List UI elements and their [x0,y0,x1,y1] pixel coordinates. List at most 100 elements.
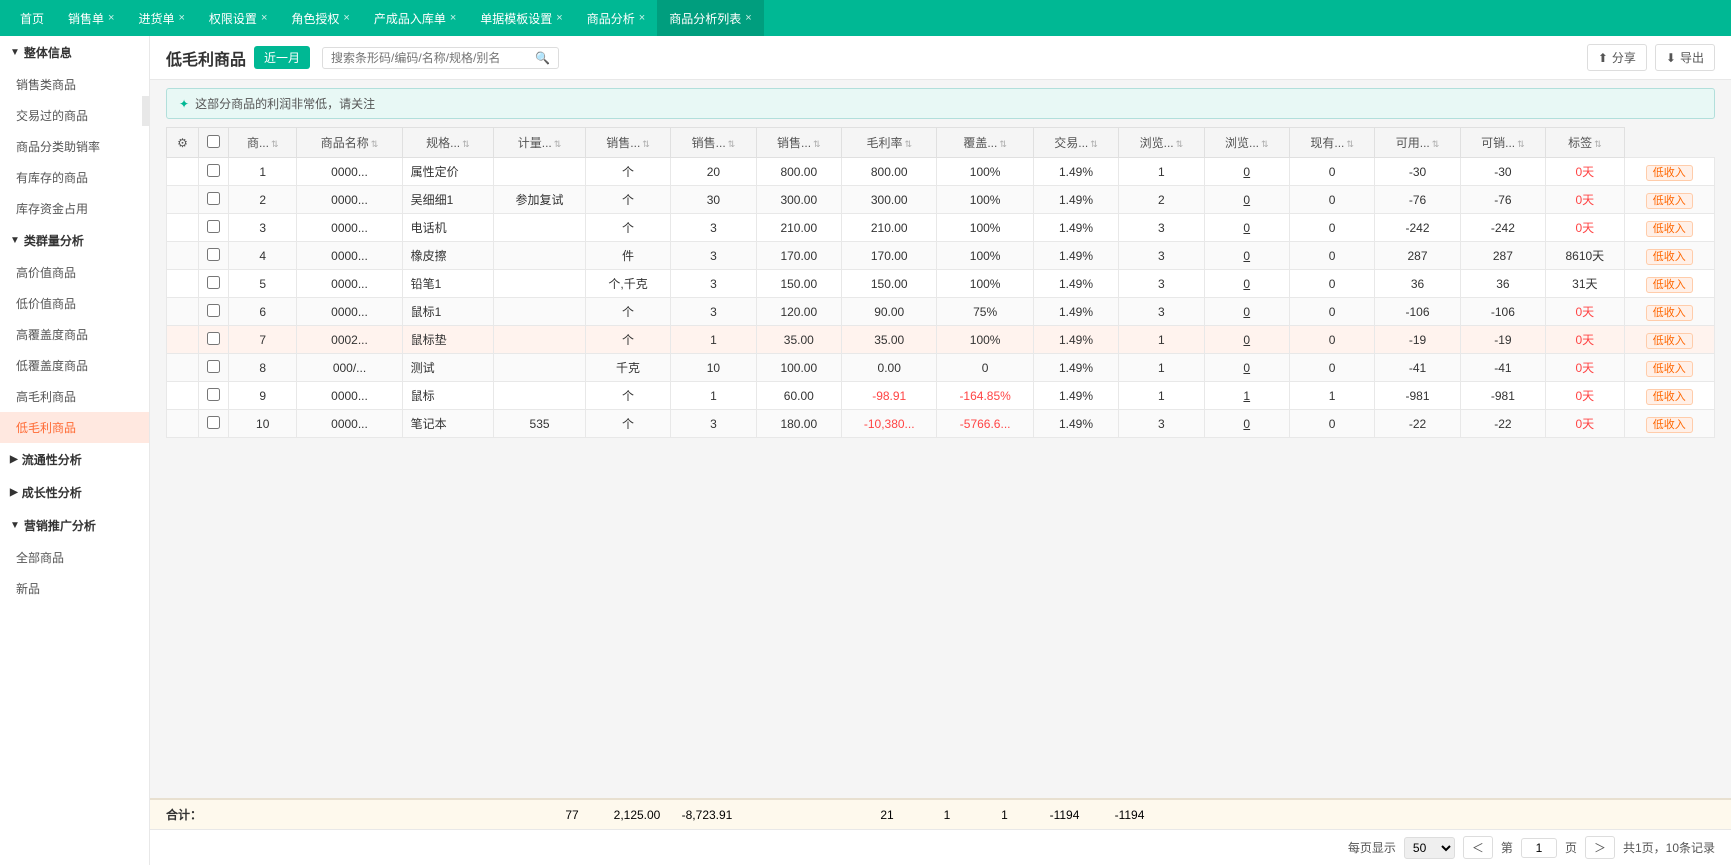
row-select-checkbox[interactable] [207,416,220,429]
col-checkbox[interactable] [199,128,229,158]
nav-product-entry[interactable]: 产成品入库单 × [362,0,468,36]
sidebar-group-cluster[interactable]: ▼ 类群量分析 [0,224,149,257]
row-select-checkbox[interactable] [207,304,220,317]
export-button[interactable]: ⬇ 导出 [1655,44,1715,71]
row-checkbox[interactable] [199,298,229,326]
row-select-checkbox[interactable] [207,220,220,233]
next-page-button[interactable]: ＞ [1585,836,1615,859]
date-filter-button[interactable]: 近一月 [254,46,310,69]
row-available: -76 [1460,186,1545,214]
row-browse1[interactable]: 0 [1204,270,1289,298]
row-browse1[interactable]: 0 [1204,158,1289,186]
nav-product-analysis[interactable]: 商品分析 × [575,0,657,36]
sidebar-item-stocked-products[interactable]: 有库存的商品 [0,162,149,193]
sidebar-item-high-coverage[interactable]: 高覆盖度商品 [0,319,149,350]
row-checkbox[interactable] [199,382,229,410]
browse1-link[interactable]: 0 [1243,193,1250,207]
sidebar-collapse-button[interactable]: 《 [142,96,150,126]
row-browse1[interactable]: 0 [1204,242,1289,270]
close-icon[interactable]: × [108,12,114,24]
row-checkbox[interactable] [199,270,229,298]
row-select-checkbox[interactable] [207,360,220,373]
close-icon[interactable]: × [261,12,267,24]
row-checkbox[interactable] [199,214,229,242]
row-browse1[interactable]: 1 [1204,382,1289,410]
share-button[interactable]: ⬆ 分享 [1587,44,1647,71]
row-select-checkbox[interactable] [207,192,220,205]
browse1-link[interactable]: 0 [1243,417,1250,431]
nav-sales[interactable]: 销售单 × [56,0,126,36]
browse1-link[interactable]: 1 [1243,389,1250,403]
close-icon[interactable]: × [745,12,751,24]
row-checkbox[interactable] [199,410,229,438]
row-checkbox[interactable] [199,158,229,186]
row-select-checkbox[interactable] [207,248,220,261]
row-select-checkbox[interactable] [207,388,220,401]
row-available: -30 [1460,158,1545,186]
nav-purchase[interactable]: 进货单 × [126,0,196,36]
sidebar-item-high-margin[interactable]: 高毛利商品 [0,381,149,412]
nav-permissions[interactable]: 权限设置 × [197,0,279,36]
sidebar-group-circulation[interactable]: ▶ 流通性分析 [0,443,149,476]
sidebar-item-low-value[interactable]: 低价值商品 [0,288,149,319]
row-code: 0000... [297,298,402,326]
sidebar-group-marketing[interactable]: ▼ 营销推广分析 [0,509,149,542]
row-select-checkbox[interactable] [207,332,220,345]
search-icon[interactable]: 🔍 [535,51,550,65]
browse1-link[interactable]: 0 [1243,305,1250,319]
prev-page-button[interactable]: ＜ [1463,836,1493,859]
row-checkbox[interactable] [199,326,229,354]
search-input[interactable] [331,51,531,65]
row-checkbox[interactable] [199,186,229,214]
sidebar-item-stock-capital[interactable]: 库存资金占用 [0,193,149,224]
close-icon[interactable]: × [178,12,184,24]
browse1-link[interactable]: 0 [1243,277,1250,291]
nav-template-settings[interactable]: 单据模板设置 × [468,0,574,36]
row-select-checkbox[interactable] [207,164,220,177]
row-settings [167,214,199,242]
row-select-checkbox[interactable] [207,276,220,289]
browse1-link[interactable]: 0 [1243,249,1250,263]
browse1-link[interactable]: 0 [1243,165,1250,179]
row-browse1[interactable]: 0 [1204,410,1289,438]
close-icon[interactable]: × [450,12,456,24]
row-browse1[interactable]: 0 [1204,186,1289,214]
row-no: 1 [229,158,297,186]
row-spec [494,158,586,186]
sidebar-group-overall[interactable]: ▼ 整体信息 [0,36,149,69]
sidebar-item-sales-products[interactable]: 销售类商品 [0,69,149,100]
row-available: 287 [1460,242,1545,270]
browse1-link[interactable]: 0 [1243,221,1250,235]
col-settings[interactable]: ⚙ [167,128,199,158]
sidebar-item-high-value[interactable]: 高价值商品 [0,257,149,288]
close-icon[interactable]: × [343,12,349,24]
row-browse1[interactable]: 0 [1204,214,1289,242]
row-checkbox[interactable] [199,242,229,270]
row-browse1[interactable]: 0 [1204,354,1289,382]
header-actions: ⬆ 分享 ⬇ 导出 [1587,44,1715,71]
per-page-select[interactable]: 50 100 200 [1404,837,1455,859]
sidebar-item-all-products[interactable]: 全部商品 [0,542,149,573]
row-settings [167,298,199,326]
page-number-input[interactable] [1521,838,1557,858]
close-icon[interactable]: × [639,12,645,24]
nav-home[interactable]: 首页 [8,0,56,36]
sidebar-item-low-margin[interactable]: 低毛利商品 [0,412,149,443]
sidebar-item-traded-products[interactable]: 交易过的商品 [0,100,149,131]
browse1-link[interactable]: 0 [1243,333,1250,347]
row-browse1[interactable]: 0 [1204,298,1289,326]
footer-sale-qty: 77 [542,808,602,822]
row-tag: 低收入 [1624,242,1714,270]
row-checkbox[interactable] [199,354,229,382]
row-browse1[interactable]: 0 [1204,326,1289,354]
sidebar-group-growth[interactable]: ▶ 成长性分析 [0,476,149,509]
sidebar-item-new-products[interactable]: 新品 [0,573,149,604]
select-all-checkbox[interactable] [207,135,220,148]
sidebar-item-category-rate[interactable]: 商品分类助销率 [0,131,149,162]
close-icon[interactable]: × [556,12,562,24]
arrow-icon: ▶ [10,454,18,465]
nav-product-analysis-list[interactable]: 商品分析列表 × [657,0,763,36]
sidebar-item-low-coverage[interactable]: 低覆盖度商品 [0,350,149,381]
nav-roles[interactable]: 角色授权 × [279,0,361,36]
browse1-link[interactable]: 0 [1243,361,1250,375]
